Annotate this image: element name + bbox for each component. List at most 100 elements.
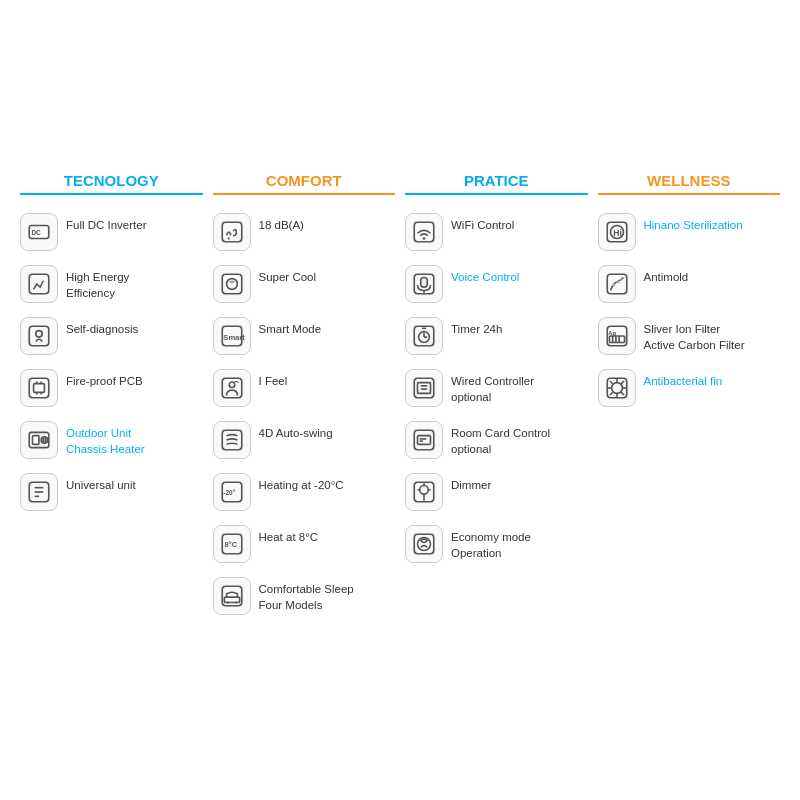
feature-label: Sliver Ion FilterActive Carbon Filter <box>644 317 745 353</box>
list-item: Ag Sliver Ion FilterActive Carbon Filter <box>598 317 745 355</box>
wired-icon <box>405 369 443 407</box>
feature-label: I Feel <box>259 369 288 389</box>
efficiency-icon <box>20 265 58 303</box>
feature-label: Wired Controlleroptional <box>451 369 534 405</box>
list-item: Hi Hinano Sterilization <box>598 213 743 251</box>
svg-rect-12 <box>33 435 40 444</box>
sleep-icon <box>213 577 251 615</box>
sliver-icon: Ag <box>598 317 636 355</box>
svg-point-35 <box>235 601 237 603</box>
svg-point-26 <box>229 382 234 387</box>
feature-label: Antibacterial fin <box>644 369 723 389</box>
svg-text:DC: DC <box>31 229 41 236</box>
feature-label: Heating at -20°C <box>259 473 344 493</box>
wifi-icon <box>405 213 443 251</box>
list-item: Room Card Controloptional <box>405 421 550 459</box>
antimold-icon <box>598 265 636 303</box>
feature-label: 4D Auto-swing <box>259 421 333 441</box>
list-item: Fire-proof PCB <box>20 369 143 407</box>
dimmer-icon <box>405 473 443 511</box>
svg-rect-65 <box>607 274 627 294</box>
svg-point-4 <box>36 330 43 337</box>
svg-rect-27 <box>222 430 242 450</box>
heat8-icon: 8°C <box>213 525 251 563</box>
timer-icon <box>405 317 443 355</box>
list-item: Comfortable SleepFour Models <box>213 577 354 615</box>
svg-rect-51 <box>418 435 431 444</box>
svg-rect-21 <box>222 274 242 294</box>
feature-label: Hinano Sterilization <box>644 213 743 233</box>
heating20-icon: -20° <box>213 473 251 511</box>
voice-icon <box>405 265 443 303</box>
autoswing-icon <box>213 421 251 459</box>
list-item: Economy modeOperation <box>405 525 531 563</box>
feature-label: Outdoor UnitChassis Heater <box>66 421 145 457</box>
svg-line-83 <box>620 380 623 383</box>
feature-label: Comfortable SleepFour Models <box>259 577 354 613</box>
list-item: Antimold <box>598 265 689 303</box>
feature-label: Full DC Inverter <box>66 213 147 233</box>
feature-label: Super Cool <box>259 265 317 285</box>
tecnology-title: TECNOLOGY <box>20 172 203 195</box>
pratice-title: PRATICE <box>405 172 588 195</box>
smart-icon: Smart <box>213 317 251 355</box>
roomcard-icon <box>405 421 443 459</box>
svg-rect-47 <box>418 382 431 393</box>
feature-label: Voice Control <box>451 265 519 285</box>
list-item: Dimmer <box>405 473 491 511</box>
column-wellness: WELLNESS Hi Hinano Sterilization <box>598 172 781 421</box>
feature-label: High EnergyEfficiency <box>66 265 129 301</box>
supercool-icon <box>213 265 251 303</box>
svg-rect-19 <box>222 222 242 242</box>
svg-text:8°C: 8°C <box>224 540 237 549</box>
svg-text:-20°: -20° <box>223 489 235 496</box>
feature-label: Smart Mode <box>259 317 322 337</box>
feature-label: Room Card Controloptional <box>451 421 550 457</box>
svg-point-67 <box>616 280 619 283</box>
svg-text:Ag: Ag <box>608 329 616 335</box>
list-item: Timer 24h <box>405 317 502 355</box>
svg-rect-6 <box>34 383 45 392</box>
list-item: Smart Smart Mode <box>213 317 322 355</box>
svg-text:Smart: Smart <box>223 333 245 342</box>
feature-label: Universal unit <box>66 473 136 493</box>
list-item: DC Full DC Inverter <box>20 213 147 251</box>
comfort-title: COMFORT <box>213 172 396 195</box>
svg-point-68 <box>620 278 622 280</box>
wellness-title: WELLNESS <box>598 172 781 195</box>
feature-label: Self-diagnosis <box>66 317 138 337</box>
svg-rect-71 <box>609 336 624 343</box>
svg-point-14 <box>43 438 46 441</box>
list-item: Outdoor UnitChassis Heater <box>20 421 145 459</box>
feature-label: WiFi Control <box>451 213 514 233</box>
svg-rect-5 <box>29 378 49 398</box>
list-item: -20° Heating at -20°C <box>213 473 344 511</box>
column-pratice: PRATICE WiFi Control <box>405 172 588 577</box>
content: TECNOLOGY DC Full DC Inverter <box>20 152 780 649</box>
list-item: 4D Auto-swing <box>213 421 333 459</box>
feature-label: Antimold <box>644 265 689 285</box>
db-icon <box>213 213 251 251</box>
firepcb-icon <box>20 369 58 407</box>
list-item: 8°C Heat at 8°C <box>213 525 319 563</box>
svg-rect-2 <box>29 274 49 294</box>
svg-point-34 <box>226 601 228 603</box>
svg-rect-33 <box>224 597 239 602</box>
economy-icon <box>405 525 443 563</box>
outdoor-icon <box>20 421 58 459</box>
list-item: Universal unit <box>20 473 136 511</box>
list-item: Wired Controlleroptional <box>405 369 534 407</box>
list-item: Voice Control <box>405 265 519 303</box>
list-item: Super Cool <box>213 265 317 303</box>
feature-label: 18 dB(A) <box>259 213 304 233</box>
feature-label: Economy modeOperation <box>451 525 531 561</box>
svg-rect-39 <box>421 277 428 287</box>
universal-icon <box>20 473 58 511</box>
hinano-icon: Hi <box>598 213 636 251</box>
column-comfort: COMFORT 18 dB(A) <box>213 172 396 629</box>
feature-label: Dimmer <box>451 473 491 493</box>
svg-line-84 <box>609 391 612 394</box>
diagnosis-icon <box>20 317 58 355</box>
list-item: Self-diagnosis <box>20 317 138 355</box>
dc-icon: DC <box>20 213 58 251</box>
